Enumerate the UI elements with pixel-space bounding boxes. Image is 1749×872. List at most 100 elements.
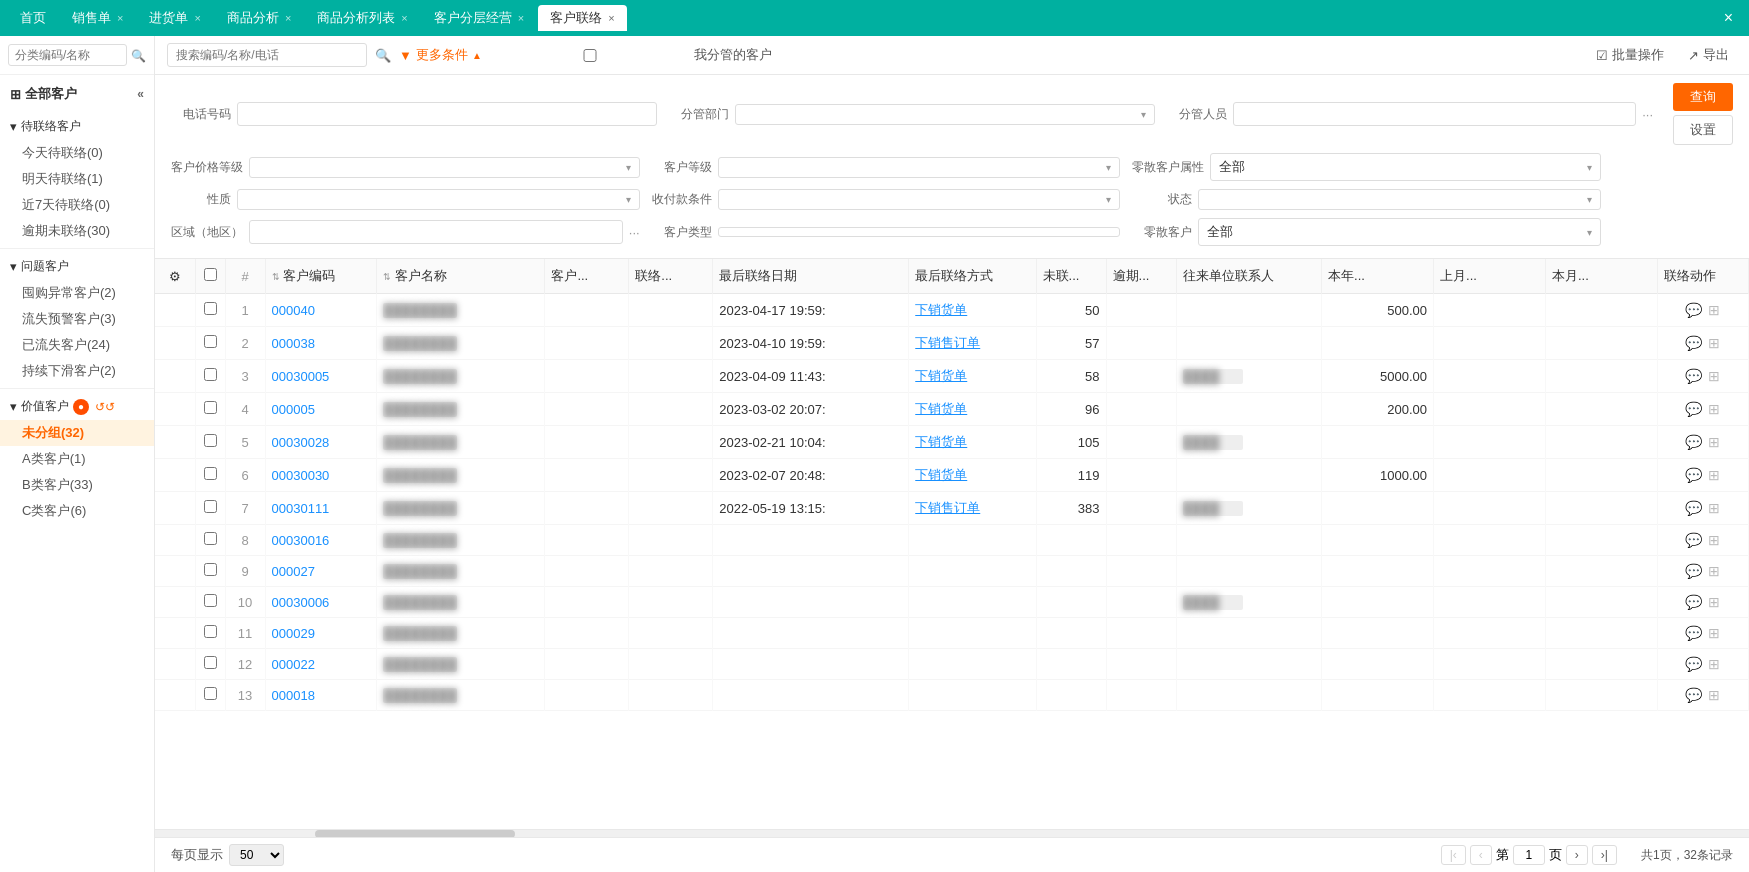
cell-code[interactable]: 00030028 <box>265 426 377 459</box>
query-button[interactable]: 查询 <box>1673 83 1733 111</box>
row-checkbox[interactable] <box>204 335 217 348</box>
sidebar-item-declining[interactable]: 持续下滑客户(2) <box>0 358 154 384</box>
cell-code[interactable]: 00030016 <box>265 525 377 556</box>
qr-action-icon[interactable]: ⊞ <box>1708 656 1720 672</box>
collapse-icon[interactable]: « <box>137 87 144 101</box>
sidebar-item-churned[interactable]: 已流失客户(24) <box>0 332 154 358</box>
sidebar-item-tomorrow[interactable]: 明天待联络(1) <box>0 166 154 192</box>
last-method-link[interactable]: 下销售订单 <box>915 335 980 350</box>
sidebar-group-value-customers[interactable]: 价值客户 ● ↺ <box>0 393 154 420</box>
manager-dots[interactable]: ··· <box>1642 107 1653 122</box>
region-dots[interactable]: ··· <box>629 225 640 240</box>
region-input[interactable] <box>249 220 623 244</box>
cell-code[interactable]: 00030030 <box>265 459 377 492</box>
row-checkbox[interactable] <box>204 500 217 513</box>
col-settings[interactable]: ⚙ <box>155 259 195 294</box>
last-method-link[interactable]: 下销货单 <box>915 434 967 449</box>
chat-action-icon[interactable]: 💬 <box>1685 656 1702 672</box>
sidebar-item-7days[interactable]: 近7天待联络(0) <box>0 192 154 218</box>
qr-action-icon[interactable]: ⊞ <box>1708 467 1720 483</box>
row-checkbox[interactable] <box>204 687 217 700</box>
sidebar-item-abnormal-hoarding[interactable]: 囤购异常客户(2) <box>0 280 154 306</box>
retail-customer-select[interactable]: 全部 ▾ <box>1198 218 1601 246</box>
settings-icon[interactable]: ⚙ <box>169 269 181 284</box>
page-size-select[interactable]: 50 20 100 <box>229 844 284 866</box>
sidebar-item-class-b[interactable]: B类客户(33) <box>0 472 154 498</box>
chat-action-icon[interactable]: 💬 <box>1685 401 1702 417</box>
retail-attr-select[interactable]: 全部 ▾ <box>1210 153 1601 181</box>
sidebar-item-churn-warning[interactable]: 流失预警客户(3) <box>0 306 154 332</box>
cell-code[interactable]: 000027 <box>265 556 377 587</box>
my-customers-check[interactable] <box>490 49 690 62</box>
cell-code[interactable]: 000040 <box>265 294 377 327</box>
tab-product-analysis[interactable]: 商品分析 × <box>215 5 303 31</box>
prev-page-button[interactable]: ‹ <box>1470 845 1492 865</box>
qr-action-icon[interactable]: ⊞ <box>1708 434 1720 450</box>
row-checkbox[interactable] <box>204 656 217 669</box>
chat-action-icon[interactable]: 💬 <box>1685 563 1702 579</box>
col-code-header[interactable]: ⇅ 客户编码 <box>265 259 377 294</box>
chat-action-icon[interactable]: 💬 <box>1685 467 1702 483</box>
close-tab-customer-contact[interactable]: × <box>608 12 614 24</box>
batch-operations-button[interactable]: ☑ 批量操作 <box>1588 42 1672 68</box>
tab-home[interactable]: 首页 <box>8 5 58 31</box>
close-tab-purchase[interactable]: × <box>194 12 200 24</box>
cell-code[interactable]: 000005 <box>265 393 377 426</box>
cell-code[interactable]: 000022 <box>265 649 377 680</box>
search-icon[interactable]: 🔍 <box>375 48 391 63</box>
first-page-button[interactable]: |‹ <box>1441 845 1466 865</box>
sidebar-search-icon[interactable] <box>131 48 146 63</box>
dept-select[interactable]: ▾ <box>735 104 1155 125</box>
price-level-select[interactable]: ▾ <box>249 157 640 178</box>
row-checkbox[interactable] <box>204 594 217 607</box>
chat-action-icon[interactable]: 💬 <box>1685 625 1702 641</box>
tab-purchase[interactable]: 进货单 × <box>137 5 212 31</box>
refresh-icon[interactable]: ↺ <box>95 400 115 414</box>
table-scrollbar[interactable] <box>155 829 1749 837</box>
page-input[interactable] <box>1513 845 1545 865</box>
manager-input[interactable] <box>1233 102 1636 126</box>
qr-action-icon[interactable]: ⊞ <box>1708 401 1720 417</box>
sidebar-item-today[interactable]: 今天待联络(0) <box>0 140 154 166</box>
cell-code[interactable]: 000018 <box>265 680 377 711</box>
close-tab-product-analysis-list[interactable]: × <box>401 12 407 24</box>
close-tab-customer-segmentation[interactable]: × <box>518 12 524 24</box>
qr-action-icon[interactable]: ⊞ <box>1708 687 1720 703</box>
chat-action-icon[interactable]: 💬 <box>1685 532 1702 548</box>
last-method-link[interactable]: 下销货单 <box>915 368 967 383</box>
qr-action-icon[interactable]: ⊞ <box>1708 368 1720 384</box>
qr-action-icon[interactable]: ⊞ <box>1708 594 1720 610</box>
sidebar-all-customers-header[interactable]: 全部客户 « <box>0 79 154 109</box>
chat-action-icon[interactable]: 💬 <box>1685 687 1702 703</box>
qr-action-icon[interactable]: ⊞ <box>1708 532 1720 548</box>
cell-code[interactable]: 00030006 <box>265 587 377 618</box>
last-method-link[interactable]: 下销货单 <box>915 302 967 317</box>
payment-terms-select[interactable]: ▾ <box>718 189 1121 210</box>
cell-code[interactable]: 00030005 <box>265 360 377 393</box>
chat-action-icon[interactable]: 💬 <box>1685 434 1702 450</box>
search-input[interactable] <box>167 43 367 67</box>
close-tab-product-analysis[interactable]: × <box>285 12 291 24</box>
chat-action-icon[interactable]: 💬 <box>1685 302 1702 318</box>
customer-level-select[interactable]: ▾ <box>718 157 1121 178</box>
qr-action-icon[interactable]: ⊞ <box>1708 335 1720 351</box>
qr-action-icon[interactable]: ⊞ <box>1708 302 1720 318</box>
export-button[interactable]: ↗ 导出 <box>1680 42 1737 68</box>
close-tab-sales[interactable]: × <box>117 12 123 24</box>
row-checkbox[interactable] <box>204 434 217 447</box>
chat-action-icon[interactable]: 💬 <box>1685 335 1702 351</box>
tab-sales[interactable]: 销售单 × <box>60 5 135 31</box>
chat-action-icon[interactable]: 💬 <box>1685 368 1702 384</box>
select-all-checkbox[interactable] <box>204 268 217 281</box>
chat-action-icon[interactable]: 💬 <box>1685 594 1702 610</box>
qr-action-icon[interactable]: ⊞ <box>1708 563 1720 579</box>
row-checkbox[interactable] <box>204 401 217 414</box>
phone-input[interactable] <box>237 102 657 126</box>
nature-select[interactable]: ▾ <box>237 189 640 210</box>
sidebar-search-input[interactable] <box>8 44 127 66</box>
col-name-header[interactable]: ⇅ 客户名称 <box>377 259 545 294</box>
last-method-link[interactable]: 下销售订单 <box>915 500 980 515</box>
sidebar-group-problem-customers[interactable]: 问题客户 <box>0 253 154 280</box>
sidebar-item-class-c[interactable]: C类客户(6) <box>0 498 154 524</box>
tab-product-analysis-list[interactable]: 商品分析列表 × <box>305 5 419 31</box>
